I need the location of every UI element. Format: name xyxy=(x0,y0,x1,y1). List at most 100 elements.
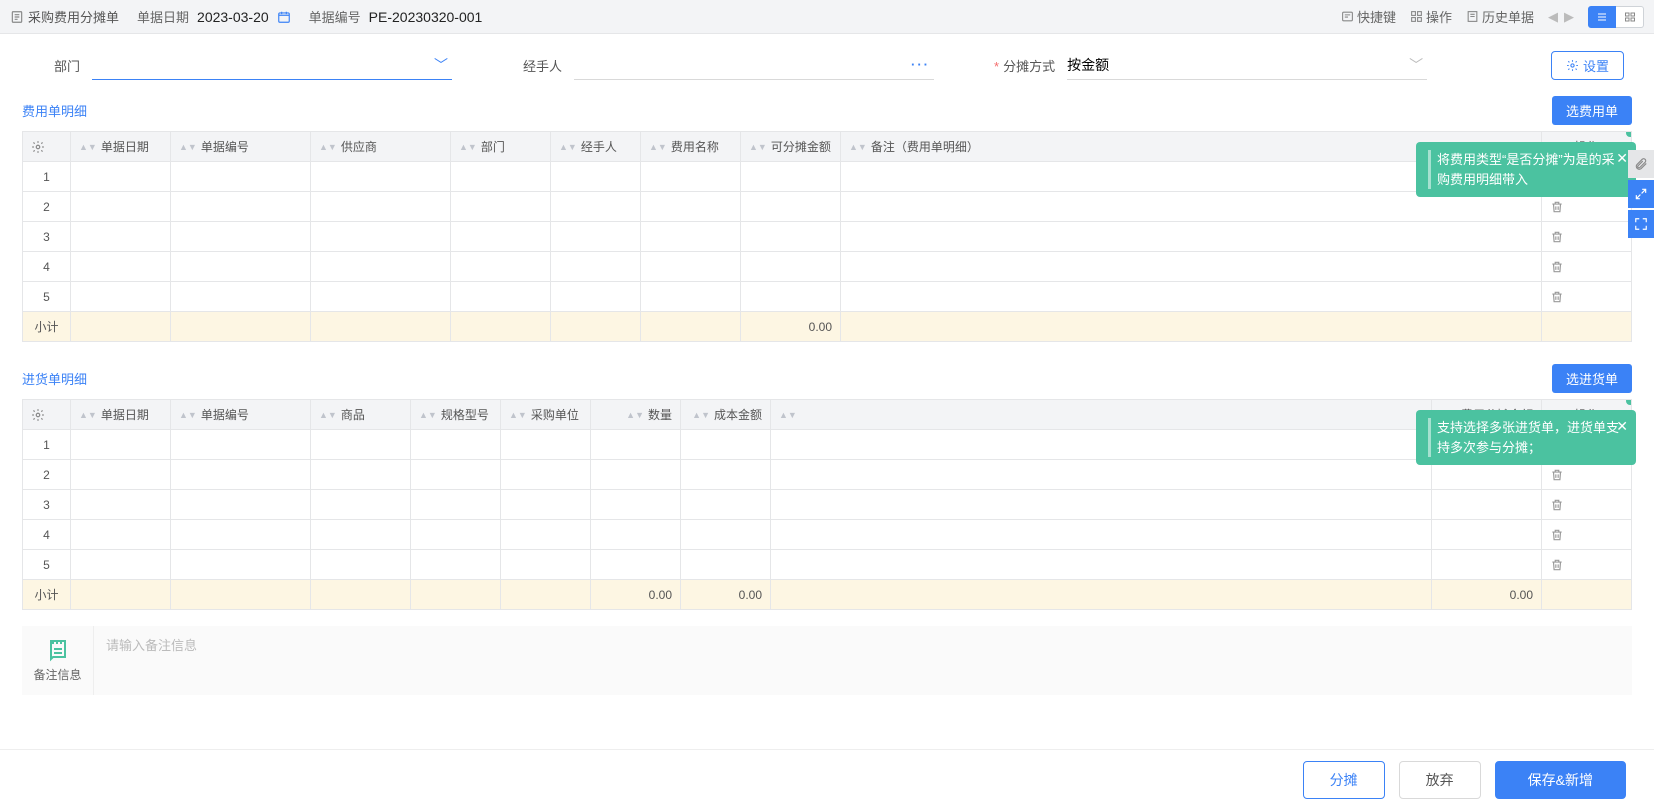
table-row[interactable]: 2 xyxy=(23,460,1632,490)
stock-col-goods[interactable]: ▲▼商品 xyxy=(311,400,411,430)
doc-date-field[interactable]: 单据日期 2023-03-20 xyxy=(137,7,291,26)
shortcut-label: 快捷键 xyxy=(1357,7,1396,26)
close-icon[interactable]: ✕ xyxy=(1616,416,1628,437)
row-index: 5 xyxy=(23,550,71,580)
delete-icon[interactable] xyxy=(1550,468,1623,482)
stock-col-cost[interactable]: ▲▼成本金额 xyxy=(681,400,771,430)
doc-no-value: PE-20230320-001 xyxy=(369,9,483,25)
fee-col-supplier[interactable]: ▲▼供应商 xyxy=(311,132,451,162)
form-row: 部门 ﹀ 经手人 ··· *分摊方式 ﹀ 设置 xyxy=(0,34,1654,90)
delete-icon[interactable] xyxy=(1550,230,1623,244)
top-bar: 采购费用分摊单 单据日期 2023-03-20 单据编号 PE-20230320… xyxy=(0,0,1654,34)
prev-doc-icon[interactable]: ◀ xyxy=(1548,9,1558,25)
doc-type-text: 采购费用分摊单 xyxy=(28,7,119,26)
remarks-input-wrap[interactable] xyxy=(94,626,1632,695)
calendar-icon[interactable] xyxy=(277,10,291,24)
fee-col-amount[interactable]: ▲▼可分摊金额 xyxy=(741,132,841,162)
stock-tip-text: 支持选择多张进货单，进货单支持多次参与分摊； xyxy=(1437,418,1624,457)
method-input[interactable] xyxy=(1067,53,1427,77)
table-row[interactable]: 5 xyxy=(23,282,1632,312)
stock-col-spec[interactable]: ▲▼规格型号 xyxy=(411,400,501,430)
remarks-panel: 备注信息 xyxy=(22,626,1632,695)
doc-date-label: 单据日期 xyxy=(137,7,189,26)
doc-no-label: 单据编号 xyxy=(309,7,361,26)
method-label: 分摊方式 xyxy=(1003,59,1055,74)
row-index: 1 xyxy=(23,430,71,460)
dept-input[interactable] xyxy=(92,53,452,77)
ops-button[interactable]: 操作 xyxy=(1410,7,1452,26)
note-icon xyxy=(46,638,70,662)
delete-icon[interactable] xyxy=(1550,528,1623,542)
ellipsis-icon[interactable]: ··· xyxy=(911,57,930,72)
chevron-down-icon[interactable]: ﹀ xyxy=(1409,55,1423,75)
table-row[interactable]: 2 xyxy=(23,192,1632,222)
stock-subtotal-row: 小计 0.00 0.00 0.00 xyxy=(23,580,1632,610)
table-row[interactable]: 3 xyxy=(23,222,1632,252)
handler-label: 经手人 xyxy=(512,56,562,75)
gear-icon xyxy=(1566,59,1579,72)
settings-button[interactable]: 设置 xyxy=(1551,51,1624,80)
row-index: 3 xyxy=(23,490,71,520)
stock-col-no[interactable]: ▲▼单据编号 xyxy=(171,400,311,430)
table-row[interactable]: 5 xyxy=(23,550,1632,580)
stock-subtotal-cost: 0.00 xyxy=(681,580,771,610)
fee-col-date[interactable]: ▲▼单据日期 xyxy=(71,132,171,162)
table-row[interactable]: 1 xyxy=(23,162,1632,192)
table-row[interactable]: 4 xyxy=(23,520,1632,550)
remarks-input[interactable] xyxy=(106,638,1620,653)
fee-col-gear[interactable] xyxy=(23,132,71,162)
stock-col-qty[interactable]: ▲▼数量 xyxy=(591,400,681,430)
side-expand-icon[interactable] xyxy=(1628,180,1654,208)
footer-bar: 分摊 放弃 保存&新增 xyxy=(0,749,1654,809)
fee-table: ▲▼单据日期 ▲▼单据编号 ▲▼供应商 ▲▼部门 ▲▼经手人 ▲▼费用名称 ▲▼… xyxy=(22,131,1632,342)
shortcut-button[interactable]: 快捷键 xyxy=(1341,7,1396,26)
view-list-button[interactable] xyxy=(1588,6,1616,28)
next-doc-icon[interactable]: ▶ xyxy=(1564,9,1574,25)
save-new-button[interactable]: 保存&新增 xyxy=(1495,761,1626,799)
side-attach-icon[interactable] xyxy=(1628,150,1654,178)
doc-no-field: 单据编号 PE-20230320-001 xyxy=(309,7,483,26)
row-index: 1 xyxy=(23,162,71,192)
select-stock-button[interactable]: 选进货单 xyxy=(1552,364,1632,393)
doc-date-value: 2023-03-20 xyxy=(197,9,269,25)
stock-col-gear[interactable] xyxy=(23,400,71,430)
table-row[interactable]: 4 xyxy=(23,252,1632,282)
stock-col-date[interactable]: ▲▼单据日期 xyxy=(71,400,171,430)
side-fullscreen-icon[interactable] xyxy=(1628,210,1654,238)
discard-button[interactable]: 放弃 xyxy=(1399,761,1481,799)
stock-section: 进货单明细 选进货单 ▲▼单据日期 ▲▼单据编号 ▲▼商品 ▲▼规格型号 ▲▼采… xyxy=(0,364,1654,610)
stock-col-unit[interactable]: ▲▼采购单位 xyxy=(501,400,591,430)
delete-icon[interactable] xyxy=(1550,200,1623,214)
delete-icon[interactable] xyxy=(1550,290,1623,304)
side-toolbar xyxy=(1628,150,1654,238)
remarks-label-block: 备注信息 xyxy=(22,626,94,695)
fee-col-no[interactable]: ▲▼单据编号 xyxy=(171,132,311,162)
fee-section-title: 费用单明细 xyxy=(22,101,87,120)
table-row[interactable]: 3 xyxy=(23,490,1632,520)
delete-icon[interactable] xyxy=(1550,498,1623,512)
stock-col-blank[interactable]: ▲▼ xyxy=(771,400,1432,430)
handler-field: 经手人 ··· xyxy=(512,50,934,80)
stock-subtotal-label: 小计 xyxy=(23,580,71,610)
fee-col-dept[interactable]: ▲▼部门 xyxy=(451,132,551,162)
method-input-wrap[interactable]: ﹀ xyxy=(1067,50,1427,80)
fee-col-handler[interactable]: ▲▼经手人 xyxy=(551,132,641,162)
row-index: 2 xyxy=(23,192,71,222)
delete-icon[interactable] xyxy=(1550,558,1623,572)
allocate-button[interactable]: 分摊 xyxy=(1303,761,1385,799)
handler-input-wrap[interactable]: ··· xyxy=(574,50,934,80)
stock-section-title: 进货单明细 xyxy=(22,369,87,388)
history-button[interactable]: 历史单据 xyxy=(1466,7,1534,26)
table-row[interactable]: 1 xyxy=(23,430,1632,460)
row-index: 5 xyxy=(23,282,71,312)
row-index: 3 xyxy=(23,222,71,252)
chevron-down-icon[interactable]: ﹀ xyxy=(434,55,448,75)
handler-input[interactable] xyxy=(574,53,934,77)
fee-col-name[interactable]: ▲▼费用名称 xyxy=(641,132,741,162)
dept-input-wrap[interactable]: ﹀ xyxy=(92,50,452,80)
close-icon[interactable]: ✕ xyxy=(1616,148,1628,169)
view-card-button[interactable] xyxy=(1616,6,1644,28)
delete-icon[interactable] xyxy=(1550,260,1623,274)
select-fee-button[interactable]: 选费用单 xyxy=(1552,96,1632,125)
stock-subtotal-qty: 0.00 xyxy=(591,580,681,610)
